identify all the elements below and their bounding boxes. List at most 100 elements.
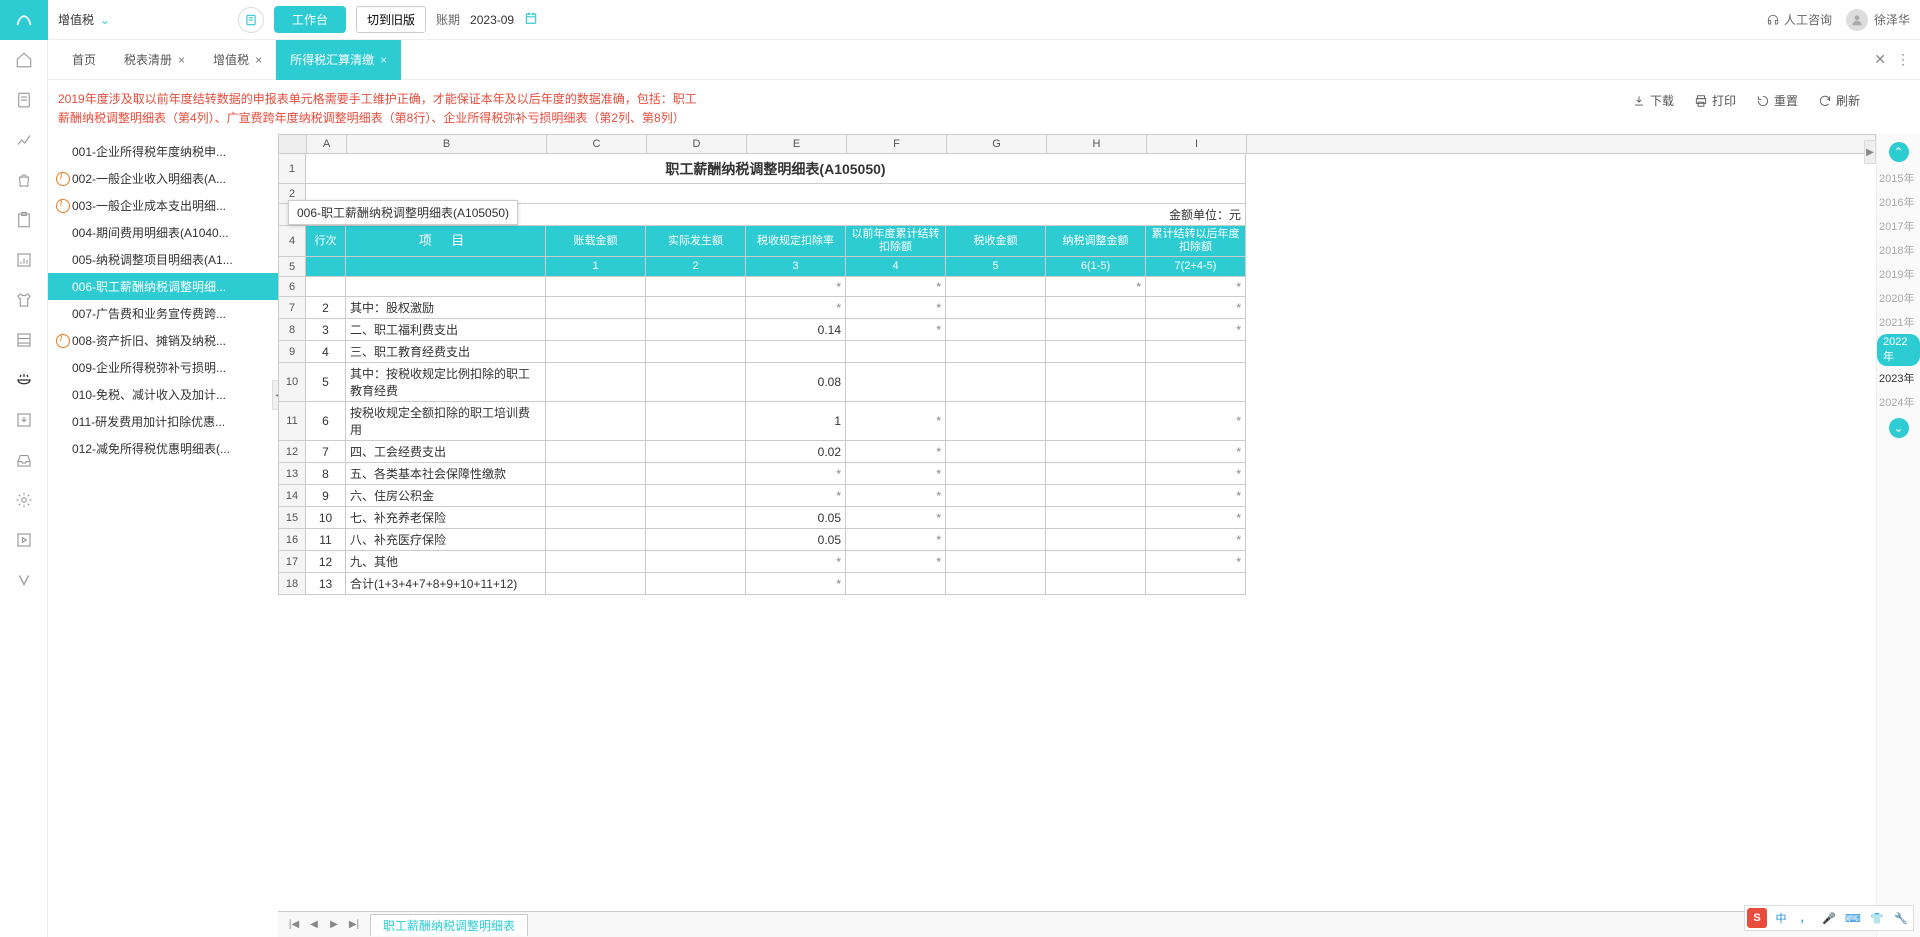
form-list-item[interactable]: 007-广告费和业务宣传费跨... <box>48 300 278 327</box>
cell[interactable]: 5 <box>306 363 346 402</box>
cell[interactable]: * <box>1146 507 1246 529</box>
sheet-nav-prev[interactable]: ◀ <box>306 919 322 930</box>
cell[interactable]: * <box>746 297 846 319</box>
cell[interactable] <box>546 402 646 441</box>
cell[interactable]: * <box>846 297 946 319</box>
nav-settings-icon[interactable] <box>0 480 48 520</box>
form-list-item[interactable]: 009-企业所得税弥补亏损明... <box>48 354 278 381</box>
cell[interactable] <box>946 402 1046 441</box>
cell[interactable] <box>1146 573 1246 595</box>
cell[interactable] <box>646 297 746 319</box>
nav-shirt-icon[interactable] <box>0 280 48 320</box>
cell[interactable]: 13 <box>306 573 346 595</box>
nav-doc-icon[interactable] <box>0 80 48 120</box>
nav-inbox-icon[interactable] <box>0 440 48 480</box>
row-header[interactable]: 12 <box>278 441 306 463</box>
cell[interactable]: 8 <box>306 463 346 485</box>
cell[interactable] <box>646 441 746 463</box>
cell[interactable]: * <box>746 573 846 595</box>
ime-skin-icon[interactable]: 👕 <box>1867 908 1887 928</box>
cell[interactable] <box>646 319 746 341</box>
nav-chart-icon[interactable] <box>0 120 48 160</box>
cell[interactable] <box>546 463 646 485</box>
col-header[interactable]: E <box>747 135 847 153</box>
form-list-item[interactable]: 003-一般企业成本支出明细... <box>48 192 278 219</box>
cell[interactable] <box>306 277 346 297</box>
year-item[interactable]: 2018年 <box>1877 238 1920 262</box>
cell[interactable] <box>946 441 1046 463</box>
cell[interactable] <box>546 441 646 463</box>
cell[interactable]: 六、住房公积金 <box>346 485 546 507</box>
consult-link[interactable]: 人工咨询 <box>1766 11 1832 28</box>
col-header[interactable]: A <box>307 135 347 153</box>
cell[interactable] <box>1046 402 1146 441</box>
cell[interactable] <box>1046 463 1146 485</box>
col-header[interactable]: B <box>347 135 547 153</box>
cell[interactable] <box>946 277 1046 297</box>
cell[interactable]: * <box>846 485 946 507</box>
ime-lang[interactable]: 中 <box>1771 908 1791 928</box>
cell[interactable]: * <box>746 551 846 573</box>
cell[interactable]: * <box>746 463 846 485</box>
row-header[interactable]: 1 <box>278 154 306 184</box>
download-button[interactable]: 下载 <box>1632 92 1674 109</box>
cell[interactable]: 九、其他 <box>346 551 546 573</box>
cell[interactable] <box>546 363 646 402</box>
cell[interactable] <box>546 529 646 551</box>
cell[interactable] <box>646 341 746 363</box>
cell[interactable]: * <box>1146 402 1246 441</box>
cell[interactable] <box>646 402 746 441</box>
cell[interactable]: 0.05 <box>746 507 846 529</box>
select-all-corner[interactable] <box>279 135 307 153</box>
cell[interactable] <box>1146 341 1246 363</box>
user-menu[interactable]: 徐泽华 <box>1846 9 1910 31</box>
tab-item[interactable]: 所得税汇算清缴× <box>276 40 401 80</box>
cell[interactable] <box>546 277 646 297</box>
year-item[interactable]: 2022年 <box>1877 334 1920 366</box>
sheet-tab[interactable]: 职工薪酬纳税调整明细表 <box>370 914 528 936</box>
row-header[interactable]: 4 <box>278 226 306 257</box>
col-header[interactable]: C <box>547 135 647 153</box>
calendar-icon[interactable] <box>524 11 538 28</box>
cell[interactable] <box>1046 297 1146 319</box>
cell[interactable]: 7 <box>306 441 346 463</box>
cell[interactable] <box>946 297 1046 319</box>
cell[interactable]: * <box>1146 277 1246 297</box>
cell[interactable]: 4 <box>306 341 346 363</box>
close-icon[interactable]: × <box>255 53 262 67</box>
col-header[interactable]: G <box>947 135 1047 153</box>
cell[interactable]: 0.05 <box>746 529 846 551</box>
year-scroll-down[interactable]: ⌄ <box>1889 418 1909 438</box>
cell[interactable] <box>546 341 646 363</box>
cell[interactable] <box>846 573 946 595</box>
form-list-item[interactable]: 001-企业所得税年度纳税申... <box>48 138 278 165</box>
ime-mic-icon[interactable]: 🎤 <box>1819 908 1839 928</box>
cell[interactable] <box>546 319 646 341</box>
row-header[interactable]: 9 <box>278 341 306 363</box>
year-item[interactable]: 2017年 <box>1877 214 1920 238</box>
ime-punct-icon[interactable]: ， <box>1795 908 1815 928</box>
cell[interactable] <box>1146 363 1246 402</box>
nav-play-icon[interactable] <box>0 520 48 560</box>
row-header[interactable]: 16 <box>278 529 306 551</box>
row-header[interactable]: 18 <box>278 573 306 595</box>
row-header[interactable]: 17 <box>278 551 306 573</box>
nav-report-icon[interactable] <box>0 240 48 280</box>
cell[interactable]: 七、补充养老保险 <box>346 507 546 529</box>
form-list-item[interactable]: 002-一般企业收入明细表(A... <box>48 165 278 192</box>
cell[interactable] <box>1046 573 1146 595</box>
year-item[interactable]: 2021年 <box>1877 310 1920 334</box>
cell[interactable]: 11 <box>306 529 346 551</box>
cell[interactable] <box>1046 507 1146 529</box>
cell[interactable] <box>1046 441 1146 463</box>
cell[interactable]: * <box>1146 463 1246 485</box>
cell[interactable]: 0.02 <box>746 441 846 463</box>
cell[interactable] <box>546 485 646 507</box>
cell[interactable]: * <box>746 277 846 297</box>
cell[interactable] <box>746 341 846 363</box>
cell[interactable] <box>646 573 746 595</box>
cell[interactable] <box>1046 319 1146 341</box>
sheet-nav-last[interactable]: ▶| <box>346 919 362 930</box>
form-list-item[interactable]: 011-研发费用加计扣除优惠... <box>48 408 278 435</box>
cell[interactable]: * <box>1146 551 1246 573</box>
